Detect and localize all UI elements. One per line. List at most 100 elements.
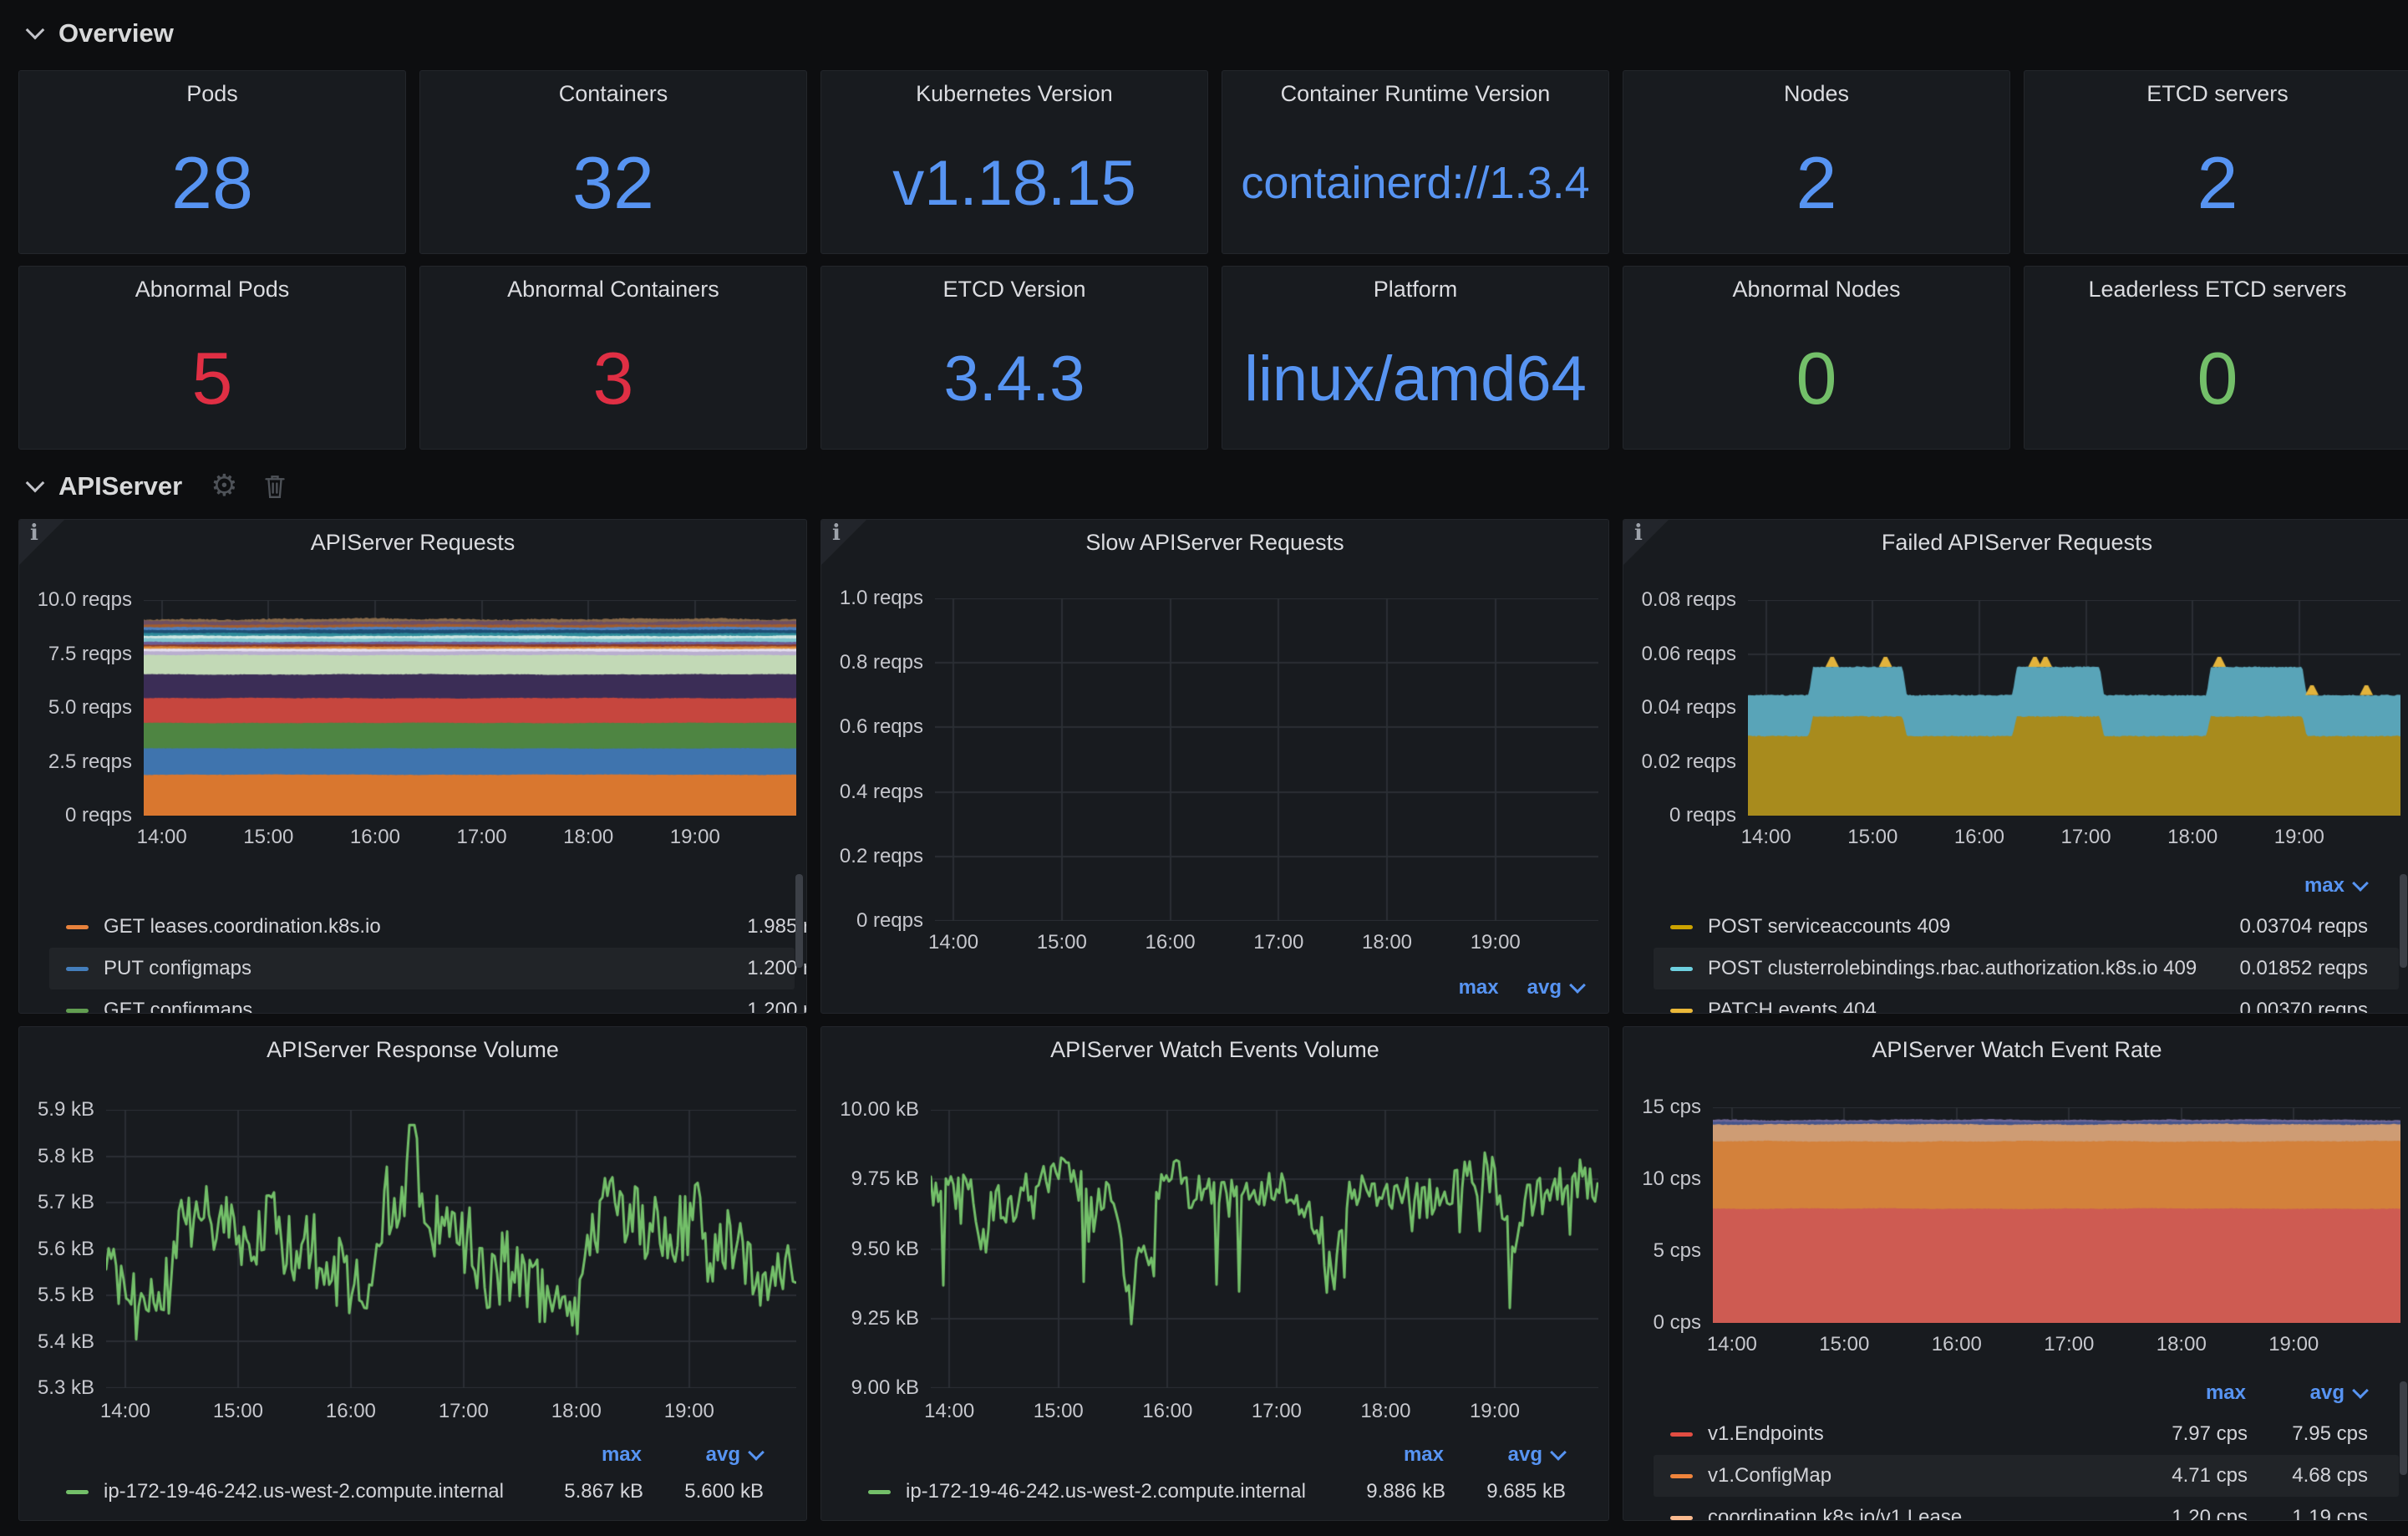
legend-label[interactable]: POST serviceaccounts 409 [1708,915,1950,938]
x-tick-label: 14:00 [891,1400,1008,1423]
plot-canvas[interactable] [1713,1107,2400,1323]
sort-label: avg [706,1443,740,1467]
panel-title[interactable]: ETCD servers [2058,81,2377,107]
legend-value: 0.01852 reqps [2240,957,2368,980]
x-tick-label: 16:00 [1109,1400,1226,1423]
stat-panel-leaderless-etcd-servers: Leaderless ETCD servers0 [2024,266,2408,450]
panel-title[interactable]: Abnormal Nodes [1657,277,1976,303]
legend-value: 0.00370 reqps [2240,999,2368,1014]
series-dash-icon [66,925,89,929]
panel-title[interactable]: APIServer Watch Event Rate [1657,1037,2377,1063]
legend-header-max[interactable]: max [1404,1443,1444,1467]
x-tick-label: 18:00 [518,1400,635,1423]
panel-title[interactable]: Failed APIServer Requests [1657,530,2377,556]
y-tick-label: 0.2 reqps [821,844,923,869]
sort-max-button[interactable]: max [1459,976,1499,999]
stat-panel-nodes: Nodes2 [1623,70,2010,254]
sort-avg-button[interactable]: avg [1527,976,1583,999]
legend-label[interactable]: PUT configmaps [104,957,251,980]
stat-value: linux/amd64 [1232,320,1598,437]
section-header-apiserver[interactable]: APIServer [23,471,287,501]
chart-panel-apiserver-response-volume: APIServer Response Volume5.3 kB5.4 kB5.5… [18,1026,807,1521]
legend-label[interactable]: PATCH events 404 [1708,999,1877,1014]
legend-label[interactable]: ip-172-19-46-242.us-west-2.compute.inter… [104,1480,504,1503]
stat-panel-abnormal-nodes: Abnormal Nodes 0 [1623,266,2010,450]
series-dash-icon [66,1009,89,1013]
y-tick-label: 5.3 kB [19,1376,94,1401]
series-dash-icon [1670,1474,1693,1478]
sort-label: max [1459,976,1499,999]
x-tick-label: 17:00 [1218,1400,1335,1423]
legend-label[interactable]: GET leases.coordination.k8s.io [104,915,381,938]
legend-row: ip-172-19-46-242.us-west-2.compute.inter… [49,1472,795,1512]
chevron-down-icon [1550,1444,1567,1461]
chart-panel-apiserver-watch-events-volume: APIServer Watch Events Volume9.00 kB9.25… [820,1026,1609,1521]
panel-title[interactable]: ETCD Version [855,277,1174,303]
x-tick-label: 19:00 [2241,826,2358,849]
legend-scrollbar[interactable] [2400,1381,2407,1475]
panel-title[interactable]: Abnormal Pods [53,277,372,303]
panel-title[interactable]: Platform [1256,277,1575,303]
legend-row: GET leases.coordination.k8s.io1.985 reqp… [49,906,795,948]
panel-title[interactable]: APIServer Requests [53,530,773,556]
x-tick-label: 16:00 [1921,826,2038,849]
legend-header-avg[interactable]: avg [706,1443,762,1467]
legend-value: 7.95 cps [2292,1422,2368,1446]
legend-header-avg[interactable]: avg [1508,1443,1564,1467]
panel-title[interactable]: Pods [53,81,372,107]
series-dash-icon [1670,925,1693,929]
y-tick-label: 0 reqps [19,803,132,828]
legend-label[interactable]: v1.Endpoints [1708,1422,1824,1446]
y-tick-label: 2.5 reqps [19,750,132,775]
trash-icon[interactable] [263,473,287,500]
legend-scrollbar[interactable] [2400,874,2407,968]
legend-label[interactable]: GET configmaps [104,999,252,1014]
stat-panel-platform: Platform linux/amd64 [1222,266,1609,450]
y-tick-label: 0.8 reqps [821,650,923,675]
legend-label[interactable]: POST clusterrolebindings.rbac.authorizat… [1708,957,2197,980]
panel-title[interactable]: Kubernetes Version [855,81,1174,107]
legend-header-max[interactable]: max [602,1443,642,1467]
chevron-down-icon [748,1444,765,1461]
section-header-overview[interactable]: Overview [23,18,174,48]
panel-title[interactable]: Slow APIServer Requests [855,530,1575,556]
x-tick-label: 18:00 [1328,931,1445,954]
section-title-apiserver: APIServer [58,471,182,501]
sort-label: max [602,1443,642,1467]
stat-value: containerd://1.3.4 [1232,125,1598,242]
plot-canvas[interactable] [1748,600,2400,816]
plot-canvas[interactable] [935,598,1598,921]
panel-title[interactable]: Containers [454,81,773,107]
legend-scrollbar[interactable] [795,874,803,968]
gear-icon[interactable] [211,471,237,501]
panel-title[interactable]: Nodes [1657,81,1976,107]
y-tick-label: 10.00 kB [821,1097,919,1122]
x-tick-label: 14:00 [895,931,1012,954]
chevron-down-icon [2352,875,2369,892]
plot-canvas[interactable] [144,600,796,816]
y-tick-label: 5.9 kB [19,1097,94,1122]
panel-title[interactable]: APIServer Watch Events Volume [855,1037,1575,1063]
panel-title[interactable]: APIServer Response Volume [53,1037,773,1063]
legend-header-max[interactable]: max [2304,874,2366,898]
chart-panel-apiserver-watch-event-rate: APIServer Watch Event Rate0 cps5 cps10 c… [1623,1026,2408,1521]
legend-label[interactable]: ip-172-19-46-242.us-west-2.compute.inter… [906,1480,1306,1503]
legend-header-max[interactable]: max [2206,1381,2246,1405]
info-icon: i [1634,522,1643,544]
stat-value: 32 [430,125,796,242]
panel-title[interactable]: Leaderless ETCD servers [2058,277,2377,303]
legend-row: v1.Endpoints7.97 cps7.95 cps [1654,1413,2399,1455]
panel-title[interactable]: Container Runtime Version [1256,81,1575,107]
x-tick-label: 19:00 [631,1400,748,1423]
plot-canvas[interactable] [931,1110,1598,1388]
legend-header-avg[interactable]: avg [2310,1381,2366,1405]
legend-value: 1.19 cps [2292,1506,2368,1521]
legend-label[interactable]: coordination.k8s.io/v1.Lease [1708,1506,1962,1521]
series-dash-icon [1670,1432,1693,1437]
plot-canvas[interactable] [106,1110,796,1388]
sort-label: max [2304,874,2344,898]
panel-title[interactable]: Abnormal Containers [454,277,773,303]
stat-value: 0 [1633,320,1999,437]
series-dash-icon [1670,967,1693,971]
legend-label[interactable]: v1.ConfigMap [1708,1464,1831,1488]
